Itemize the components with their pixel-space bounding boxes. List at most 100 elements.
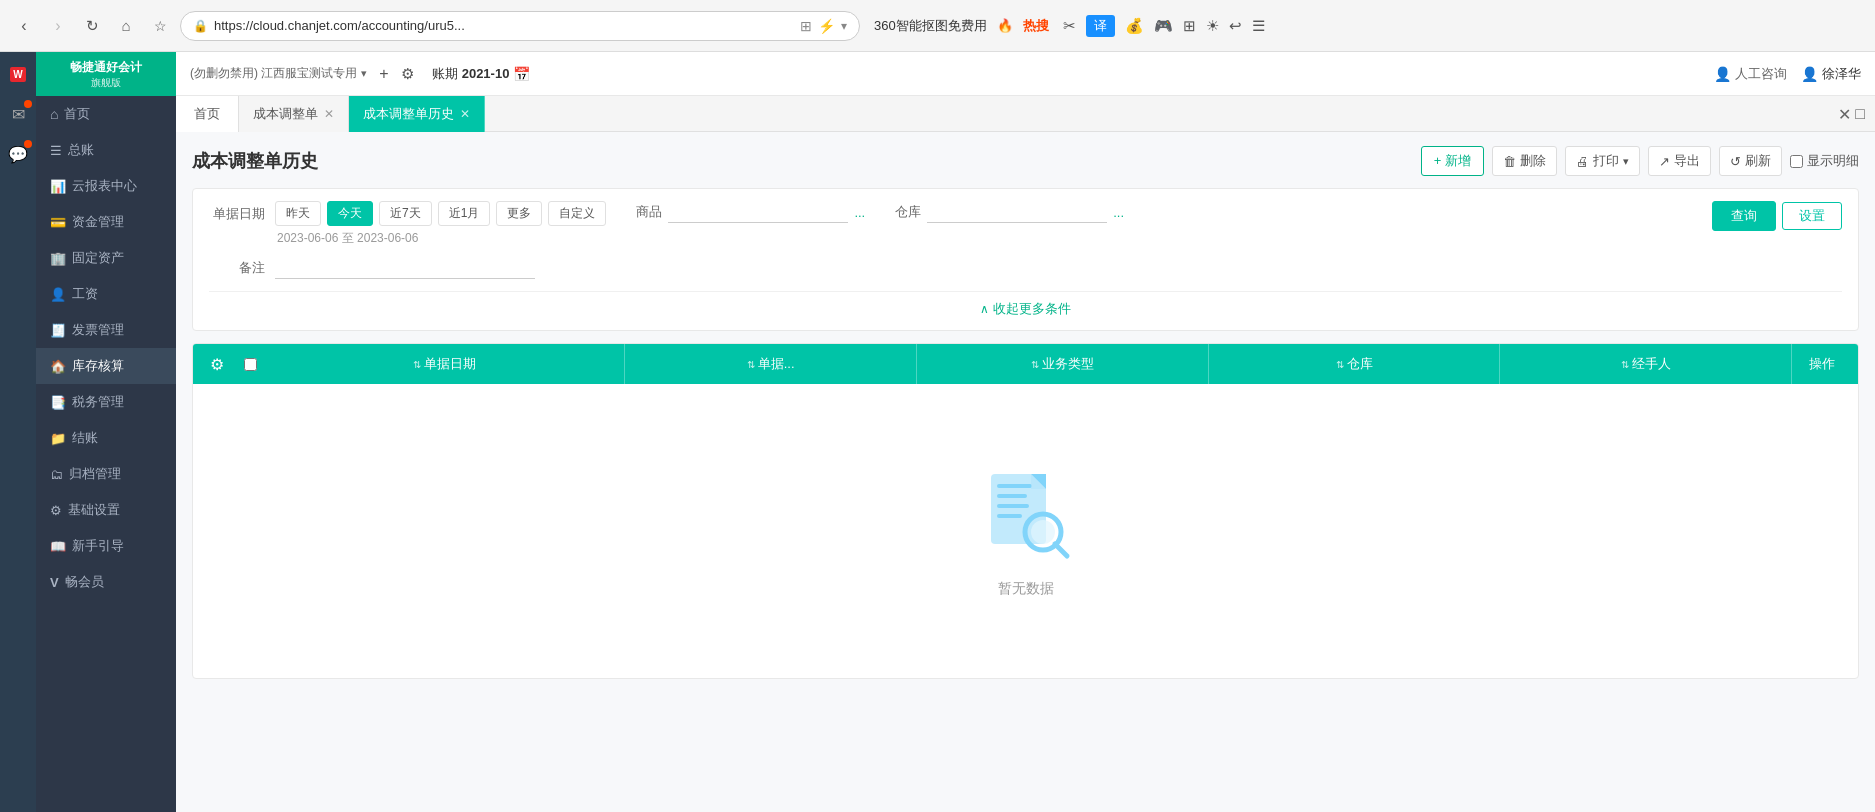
tab-cost-adjust-label: 成本调整单 (253, 105, 318, 123)
calendar-icon[interactable]: 📅 (513, 66, 530, 82)
new-button[interactable]: + 新增 (1421, 146, 1484, 176)
refresh-button[interactable]: ↺ 刷新 (1719, 146, 1782, 176)
window-maximize-icon[interactable]: □ (1855, 105, 1865, 123)
show-cols-checkbox-label[interactable]: 显示明细 (1790, 152, 1859, 170)
sort-icon-warehouse[interactable]: ⇅ (1336, 359, 1344, 370)
date-btn-7days[interactable]: 近7天 (379, 201, 432, 226)
date-btn-more[interactable]: 更多 (496, 201, 542, 226)
sidebar-item-invoice[interactable]: 🧾 发票管理 (36, 312, 176, 348)
ledger-menu-icon: ☰ (50, 143, 62, 158)
show-cols-checkbox[interactable] (1790, 155, 1803, 168)
undo-button[interactable]: ↩ (1229, 17, 1242, 35)
date-btn-today[interactable]: 今天 (327, 201, 373, 226)
service-btn[interactable]: 👤 人工咨询 (1714, 65, 1787, 83)
date-btn-yesterday[interactable]: 昨天 (275, 201, 321, 226)
inventory-menu-label: 库存核算 (72, 357, 124, 375)
sidebar-item-settings[interactable]: ⚙ 基础设置 (36, 492, 176, 528)
print-label: 打印 (1593, 152, 1619, 170)
warehouse-label: 仓库 (895, 203, 921, 221)
date-btn-1month[interactable]: 近1月 (438, 201, 491, 226)
sort-icon-biz[interactable]: ⇅ (1031, 359, 1039, 370)
back-button[interactable]: ‹ (10, 12, 38, 40)
sidebar-item-closing[interactable]: 📁 结账 (36, 420, 176, 456)
delete-button[interactable]: 🗑 删除 (1492, 146, 1557, 176)
window-close-icon[interactable]: ✕ (1838, 105, 1851, 124)
forward-button[interactable]: › (44, 12, 72, 40)
date-btn-custom[interactable]: 自定义 (548, 201, 606, 226)
sort-icon-date[interactable]: ⇅ (413, 359, 421, 370)
collapse-up-icon: ∧ (980, 302, 989, 316)
sidebar-item-inventory[interactable]: 🏠 库存核算 (36, 348, 176, 384)
table-gear-icon[interactable]: ⚙ (210, 355, 224, 374)
fixed-assets-menu-label: 固定资产 (72, 249, 124, 267)
note-input[interactable] (275, 257, 535, 279)
query-button[interactable]: 查询 (1712, 201, 1776, 231)
export-icon: ↗ (1659, 154, 1670, 169)
menu-button[interactable]: ☰ (1252, 17, 1265, 35)
service-label: 人工咨询 (1735, 65, 1787, 83)
tab-home[interactable]: 首页 (176, 96, 239, 132)
refresh-label: 刷新 (1745, 152, 1771, 170)
gamepad-button[interactable]: 🎮 (1154, 17, 1173, 35)
sidebar-item-guide[interactable]: 📖 新手引导 (36, 528, 176, 564)
print-button[interactable]: 🖨 打印 ▾ (1565, 146, 1640, 176)
sidebar-item-vip[interactable]: V 畅会员 (36, 564, 176, 600)
tab-cost-adjust-history[interactable]: 成本调整单历史 ✕ (349, 96, 485, 132)
sidebar-item-reports[interactable]: 📊 云报表中心 (36, 168, 176, 204)
table-select-all-checkbox[interactable] (244, 358, 257, 371)
sidebar-icon-chat[interactable]: 💬 (0, 136, 36, 172)
tab-cost-adjust-history-close[interactable]: ✕ (460, 107, 470, 121)
app-wrapper: W ✉ 💬 畅捷通好会计 旗舰版 ⌂ 首页 ☰ 总账 📊 (0, 52, 1875, 812)
add-company-button[interactable]: + (379, 65, 388, 83)
sort-icon-number[interactable]: ⇅ (747, 359, 755, 370)
vip-menu-label: 畅会员 (65, 573, 104, 591)
table-header: ⚙ ⇅ 单据日期 ⇅ 单据... ⇅ 业务类型 (193, 344, 1858, 384)
export-button[interactable]: ↗ 导出 (1648, 146, 1711, 176)
sidebar-icon-weibo[interactable]: W (0, 56, 36, 92)
user-name-btn[interactable]: 👤 徐泽华 (1801, 65, 1861, 83)
warehouse-input[interactable] (927, 201, 1107, 223)
company-settings-button[interactable]: ⚙ (401, 65, 414, 83)
scissors-tool-button[interactable]: ✂ (1063, 17, 1076, 35)
collapse-button[interactable]: ∧ 收起更多条件 (980, 300, 1071, 318)
translate-button[interactable]: 译 (1086, 15, 1115, 37)
home-button[interactable]: ⌂ (112, 12, 140, 40)
warehouse-ellipsis[interactable]: ... (1113, 205, 1124, 220)
browser-tool-group: ✂ 译 💰 🎮 ⊞ ☀ ↩ ☰ (1063, 15, 1265, 37)
wallet-button[interactable]: 💰 (1125, 17, 1144, 35)
th-date: ⇅ 单据日期 (265, 344, 625, 384)
table-checkbox-cell (235, 358, 265, 371)
filter-note-row: 备注 (209, 257, 1842, 279)
sidebar-icon-message[interactable]: ✉ (0, 96, 36, 132)
refresh-button[interactable]: ↻ (78, 12, 106, 40)
commodity-input[interactable] (668, 201, 848, 223)
funds-menu-label: 资金管理 (72, 213, 124, 231)
th-ops-label: 操作 (1809, 355, 1835, 373)
sort-icon-handler[interactable]: ⇅ (1621, 359, 1629, 370)
reports-menu-icon: 📊 (50, 179, 66, 194)
sidebar-item-fixed-assets[interactable]: 🏢 固定资产 (36, 240, 176, 276)
tab-cost-adjust-close[interactable]: ✕ (324, 107, 334, 121)
sidebar-item-funds[interactable]: 💳 资金管理 (36, 204, 176, 240)
note-label: 备注 (209, 259, 265, 277)
address-bar[interactable]: 🔒 https://cloud.chanjet.com/accounting/u… (180, 11, 860, 41)
company-selector[interactable]: (勿删勿禁用) 江西服宝测试专用 ▾ (190, 65, 367, 82)
sidebar-item-payroll[interactable]: 👤 工资 (36, 276, 176, 312)
sun-button[interactable]: ☀ (1206, 17, 1219, 35)
filter-date-row: 单据日期 昨天 今天 近7天 近1月 更多 自定义 2023-06-06 至 2… (209, 201, 1842, 247)
search-label: 360智能抠图免费用 (874, 17, 987, 35)
sidebar-item-ledger[interactable]: ☰ 总账 (36, 132, 176, 168)
filter-settings-button[interactable]: 设置 (1782, 202, 1842, 230)
delete-icon: 🗑 (1503, 154, 1516, 169)
export-label: 导出 (1674, 152, 1700, 170)
apps-button[interactable]: ⊞ (1183, 17, 1196, 35)
commodity-ellipsis[interactable]: ... (854, 205, 865, 220)
guide-menu-icon: 📖 (50, 539, 66, 554)
sidebar-item-archive[interactable]: 🗂 归档管理 (36, 456, 176, 492)
th-warehouse-label: 仓库 (1347, 355, 1373, 373)
star-button[interactable]: ☆ (146, 12, 174, 40)
svg-rect-2 (997, 494, 1027, 498)
sidebar-item-tax[interactable]: 📑 税务管理 (36, 384, 176, 420)
sidebar-item-home[interactable]: ⌂ 首页 (36, 96, 176, 132)
tab-cost-adjust[interactable]: 成本调整单 ✕ (239, 96, 349, 132)
